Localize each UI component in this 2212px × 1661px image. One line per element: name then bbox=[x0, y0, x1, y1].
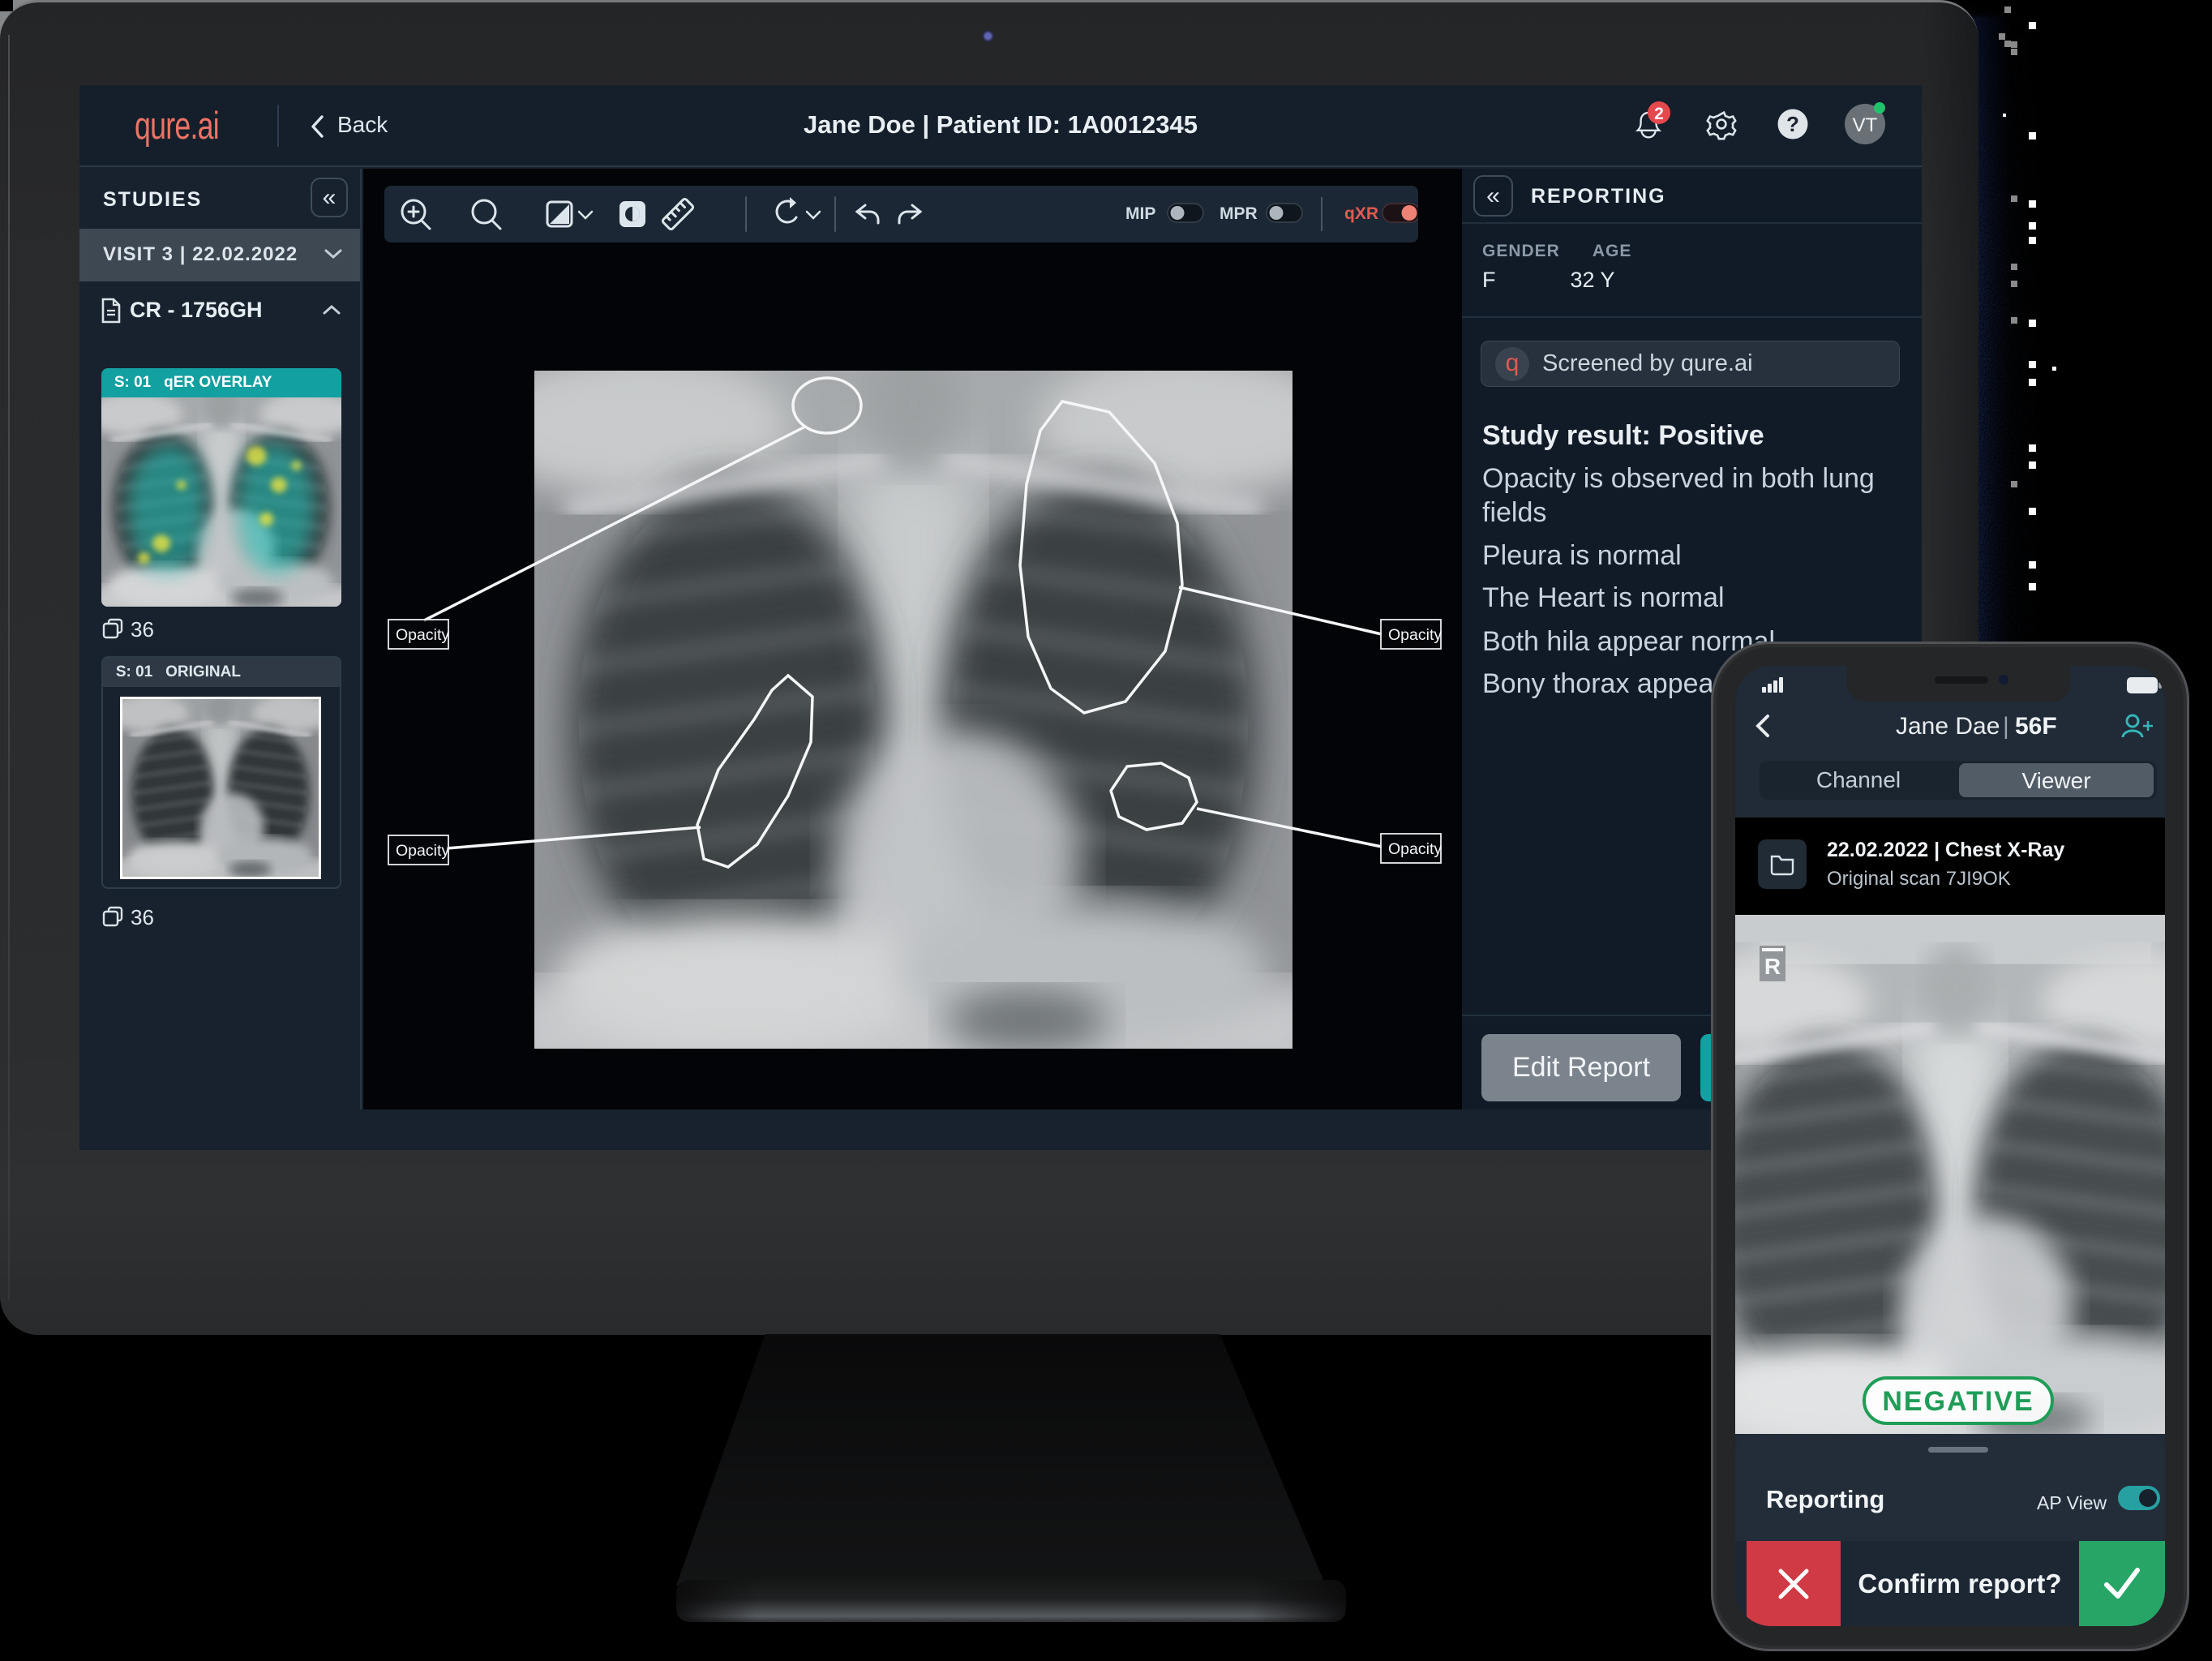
svg-text:Opacity: Opacity bbox=[1388, 840, 1442, 858]
svg-text:VT: VT bbox=[1853, 114, 1878, 136]
svg-text:56F: 56F bbox=[2015, 713, 2057, 740]
svg-text:|: | bbox=[2003, 713, 2009, 740]
svg-text:Opacity: Opacity bbox=[1388, 626, 1442, 644]
svg-text:2: 2 bbox=[1654, 105, 1664, 123]
svg-text:?: ? bbox=[1786, 112, 1799, 136]
svg-text:Opacity: Opacity bbox=[396, 626, 449, 644]
svg-text:Jane Dae: Jane Dae bbox=[1896, 713, 2000, 740]
svg-text:Opacity: Opacity bbox=[396, 842, 449, 860]
